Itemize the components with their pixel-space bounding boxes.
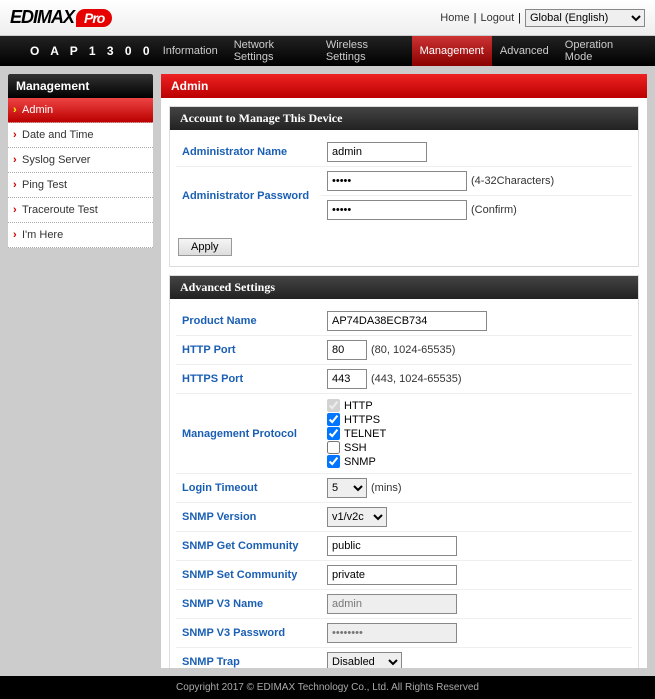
brand-logo: EDIMAXPro bbox=[10, 7, 112, 28]
snmp-v3pass-input bbox=[327, 623, 457, 643]
login-timeout-label: Login Timeout bbox=[176, 474, 321, 503]
sidebar-title: Management bbox=[8, 74, 153, 98]
https-hint: (443, 1024-65535) bbox=[371, 373, 462, 385]
timeout-hint: (mins) bbox=[371, 482, 402, 494]
snmp-set-input[interactable] bbox=[327, 565, 457, 585]
proto-https-checkbox[interactable] bbox=[327, 413, 340, 426]
proto-ssh-checkbox[interactable] bbox=[327, 441, 340, 454]
snmp-version-label: SNMP Version bbox=[176, 503, 321, 532]
logout-link[interactable]: Logout bbox=[480, 12, 514, 24]
https-port-label: HTTPS Port bbox=[176, 365, 321, 394]
login-timeout-select[interactable]: 5 bbox=[327, 478, 367, 498]
proto-http-checkbox bbox=[327, 399, 340, 412]
home-link[interactable]: Home bbox=[440, 12, 469, 24]
snmp-get-label: SNMP Get Community bbox=[176, 532, 321, 561]
admin-pass-label: Administrator Password bbox=[176, 167, 321, 225]
https-port-input[interactable] bbox=[327, 369, 367, 389]
admin-pass-input[interactable] bbox=[327, 171, 467, 191]
nav-advanced[interactable]: Advanced bbox=[492, 36, 557, 66]
snmp-v3name-input bbox=[327, 594, 457, 614]
proto-telnet-checkbox[interactable] bbox=[327, 427, 340, 440]
pass-hint: (4-32Characters) bbox=[471, 175, 554, 187]
sidebar-item-traceroute-test[interactable]: Traceroute Test bbox=[8, 198, 153, 223]
account-panel-title: Account to Manage This Device bbox=[170, 107, 638, 130]
snmp-version-select[interactable]: v1/v2c bbox=[327, 507, 387, 527]
admin-pass-confirm-input[interactable] bbox=[327, 200, 467, 220]
confirm-hint: (Confirm) bbox=[471, 204, 517, 216]
footer-text: Copyright 2017 © EDIMAX Technology Co., … bbox=[0, 676, 655, 699]
product-name-input[interactable] bbox=[327, 311, 487, 331]
snmp-trap-select[interactable]: Disabled bbox=[327, 652, 402, 668]
nav-network-settings[interactable]: Network Settings bbox=[226, 36, 318, 66]
snmp-get-input[interactable] bbox=[327, 536, 457, 556]
http-port-label: HTTP Port bbox=[176, 336, 321, 365]
snmp-trap-label: SNMP Trap bbox=[176, 648, 321, 669]
nav-wireless-settings[interactable]: Wireless Settings bbox=[318, 36, 412, 66]
snmp-v3pass-label: SNMP V3 Password bbox=[176, 619, 321, 648]
page-title: Admin bbox=[161, 74, 647, 98]
sidebar-item-ping-test[interactable]: Ping Test bbox=[8, 173, 153, 198]
snmp-v3name-label: SNMP V3 Name bbox=[176, 590, 321, 619]
advanced-panel-title: Advanced Settings bbox=[170, 276, 638, 299]
sidebar-item-admin[interactable]: Admin bbox=[8, 98, 153, 123]
apply-account-button[interactable]: Apply bbox=[178, 238, 232, 256]
snmp-set-label: SNMP Set Community bbox=[176, 561, 321, 590]
mgmt-proto-label: Management Protocol bbox=[176, 394, 321, 474]
admin-name-input[interactable] bbox=[327, 142, 427, 162]
sidebar-item-i-m-here[interactable]: I'm Here bbox=[8, 223, 153, 248]
nav-operation-mode[interactable]: Operation Mode bbox=[557, 36, 645, 66]
sidebar-item-date-and-time[interactable]: Date and Time bbox=[8, 123, 153, 148]
http-port-input[interactable] bbox=[327, 340, 367, 360]
nav-management[interactable]: Management bbox=[412, 36, 492, 66]
model-label: O A P 1 3 0 0 bbox=[10, 44, 155, 58]
proto-snmp-checkbox[interactable] bbox=[327, 455, 340, 468]
admin-name-label: Administrator Name bbox=[176, 138, 321, 167]
nav-information[interactable]: Information bbox=[155, 36, 226, 66]
product-name-label: Product Name bbox=[176, 307, 321, 336]
language-select[interactable]: Global (English) bbox=[525, 9, 645, 27]
sidebar-item-syslog-server[interactable]: Syslog Server bbox=[8, 148, 153, 173]
http-hint: (80, 1024-65535) bbox=[371, 344, 455, 356]
